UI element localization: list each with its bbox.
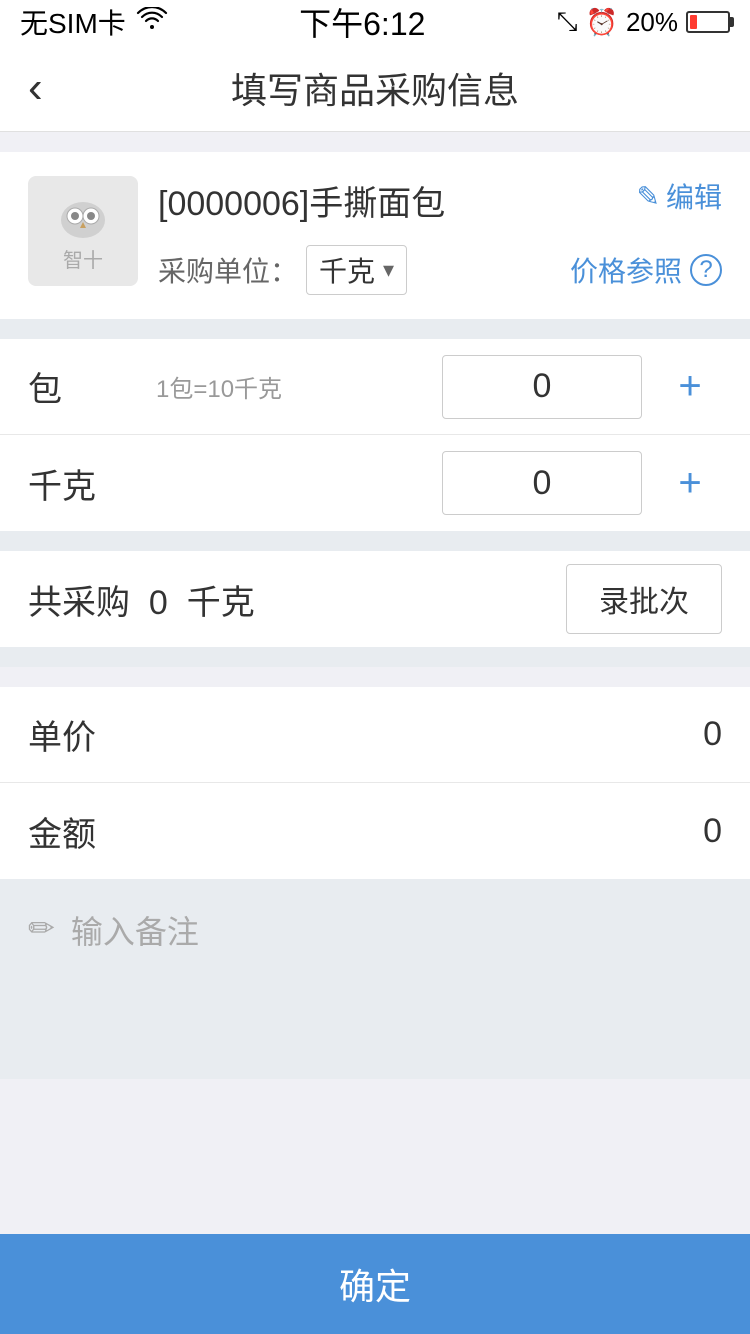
battery-fill bbox=[690, 15, 697, 29]
kg-row: 千克 0 + bbox=[0, 435, 750, 531]
amount-row: 金额 0 bbox=[0, 783, 750, 879]
status-left: 无SIM卡 bbox=[20, 2, 168, 42]
wifi-icon bbox=[136, 6, 168, 38]
unit-selector[interactable]: 采购单位： 千克 ▾ bbox=[158, 245, 407, 295]
product-logo: 智十 bbox=[53, 190, 113, 273]
carrier-text: 无SIM卡 bbox=[20, 2, 126, 42]
summary-row: 共采购 0 千克 录批次 bbox=[0, 551, 750, 647]
summary-amount: 0 bbox=[149, 584, 168, 622]
nav-bar: ‹ 填写商品采购信息 bbox=[0, 44, 750, 132]
amount-label: 金额 bbox=[28, 807, 96, 856]
notes-placeholder: 输入备注 bbox=[71, 907, 199, 953]
kg-input[interactable]: 0 bbox=[442, 451, 642, 515]
bag-label: 包 bbox=[28, 362, 148, 411]
batch-button[interactable]: 录批次 bbox=[566, 564, 722, 634]
kg-value: 0 bbox=[533, 464, 552, 503]
unit-price-value: 0 bbox=[703, 715, 722, 754]
section-divider-3 bbox=[0, 647, 750, 667]
chevron-down-icon: ▾ bbox=[383, 257, 394, 283]
confirm-button[interactable]: 确定 bbox=[0, 1234, 750, 1334]
location-icon: ⤡ bbox=[557, 6, 578, 38]
bag-sublabel: 1包=10千克 bbox=[156, 369, 282, 404]
section-divider-2 bbox=[0, 531, 750, 551]
bag-value: 0 bbox=[533, 367, 552, 406]
confirm-label: 确定 bbox=[339, 1258, 411, 1310]
kg-plus-button[interactable]: + bbox=[658, 451, 722, 515]
price-ref-label: 价格参照 bbox=[570, 250, 682, 290]
status-bar: 无SIM卡 下午6:12 ⤡ ⏰ 20% bbox=[0, 0, 750, 44]
summary-text: 共采购 0 千克 bbox=[28, 575, 255, 624]
unit-select[interactable]: 千克 ▾ bbox=[306, 245, 407, 295]
edit-icon: ✎ bbox=[637, 180, 660, 213]
bag-row: 包 1包=10千克 0 + bbox=[0, 339, 750, 435]
kg-input-wrap: 0 + bbox=[148, 451, 722, 515]
product-id: [0000006] bbox=[158, 185, 309, 223]
bag-input[interactable]: 0 bbox=[442, 355, 642, 419]
battery-percent: 20% bbox=[626, 7, 678, 38]
edit-label: 编辑 bbox=[666, 176, 722, 216]
summary-unit: 千克 bbox=[187, 584, 255, 622]
product-unit: 采购单位： 千克 ▾ 价格参照 ? bbox=[158, 245, 722, 295]
unit-price-row: 单价 0 bbox=[0, 687, 750, 783]
product-header: [0000006]手撕面包 ✎ 编辑 bbox=[158, 176, 722, 225]
bag-input-wrap: 0 + bbox=[282, 355, 722, 419]
kg-label: 千克 bbox=[28, 459, 148, 508]
amount-value: 0 bbox=[703, 812, 722, 851]
alarm-icon: ⏰ bbox=[586, 7, 618, 38]
unit-value: 千克 bbox=[319, 250, 375, 290]
product-card: 智十 [0000006]手撕面包 ✎ 编辑 采购单位： 千克 ▾ bbox=[0, 152, 750, 319]
back-button[interactable]: ‹ bbox=[28, 66, 43, 110]
section-divider-1 bbox=[0, 319, 750, 339]
edit-button[interactable]: ✎ 编辑 bbox=[637, 176, 722, 216]
summary-label: 共采购 bbox=[28, 584, 130, 622]
price-ref-button[interactable]: 价格参照 ? bbox=[570, 250, 722, 290]
logo-text: 智十 bbox=[63, 244, 103, 273]
status-right: ⤡ ⏰ 20% bbox=[557, 6, 730, 38]
unit-label: 采购单位： bbox=[158, 250, 298, 290]
page-title: 填写商品采购信息 bbox=[231, 62, 519, 114]
pencil-icon: ✏ bbox=[28, 909, 55, 947]
status-time: 下午6:12 bbox=[299, 0, 425, 45]
unit-price-label: 单价 bbox=[28, 710, 96, 759]
price-ref-question-icon: ? bbox=[690, 254, 722, 286]
form-section: 包 1包=10千克 0 + 千克 0 + bbox=[0, 339, 750, 531]
product-thumbnail: 智十 bbox=[28, 176, 138, 286]
info-section: 单价 0 金额 0 bbox=[0, 687, 750, 879]
product-info: [0000006]手撕面包 ✎ 编辑 采购单位： 千克 ▾ 价格参照 ? bbox=[158, 176, 722, 295]
batch-label: 录批次 bbox=[599, 586, 689, 619]
notes-section[interactable]: ✏ 输入备注 bbox=[0, 879, 750, 1079]
product-title: 手撕面包 bbox=[309, 185, 445, 223]
bag-plus-button[interactable]: + bbox=[658, 355, 722, 419]
product-name: [0000006]手撕面包 bbox=[158, 176, 445, 225]
battery-icon bbox=[686, 11, 730, 33]
content-area: 智十 [0000006]手撕面包 ✎ 编辑 采购单位： 千克 ▾ bbox=[0, 152, 750, 1254]
